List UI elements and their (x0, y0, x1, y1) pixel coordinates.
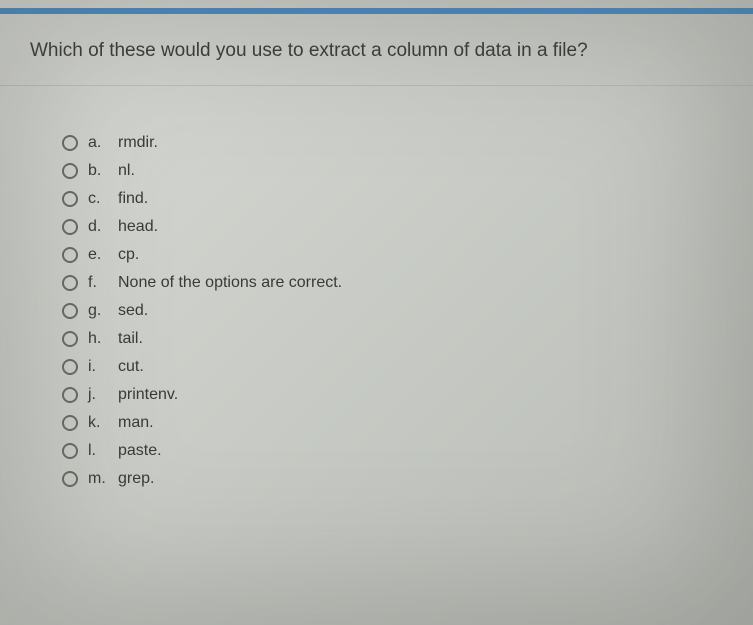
option-f[interactable]: f. None of the options are correct. (62, 274, 733, 292)
option-letter: f. (88, 274, 112, 292)
option-text: tail. (118, 330, 143, 348)
option-text: find. (118, 190, 148, 208)
radio-icon[interactable] (62, 163, 78, 179)
radio-icon[interactable] (62, 303, 78, 319)
option-text: printenv. (118, 386, 178, 404)
radio-icon[interactable] (62, 275, 78, 291)
radio-icon[interactable] (62, 219, 78, 235)
option-l[interactable]: l. paste. (62, 442, 733, 460)
radio-icon[interactable] (62, 387, 78, 403)
progress-bar (0, 8, 753, 14)
option-letter: b. (88, 162, 112, 180)
radio-icon[interactable] (62, 359, 78, 375)
option-letter: a. (88, 134, 112, 152)
radio-icon[interactable] (62, 415, 78, 431)
option-text: paste. (118, 442, 162, 460)
option-text: head. (118, 218, 158, 236)
option-h[interactable]: h. tail. (62, 330, 733, 348)
option-m[interactable]: m. grep. (62, 470, 733, 488)
option-letter: k. (88, 414, 112, 432)
option-letter: d. (88, 218, 112, 236)
radio-icon[interactable] (62, 135, 78, 151)
options-list: a. rmdir. b. nl. c. find. d. head. e. cp… (0, 94, 753, 518)
option-i[interactable]: i. cut. (62, 358, 733, 376)
option-letter: h. (88, 330, 112, 348)
option-text: nl. (118, 162, 135, 180)
question-text: Which of these would you use to extract … (30, 38, 723, 65)
radio-icon[interactable] (62, 471, 78, 487)
option-text: cut. (118, 358, 144, 376)
option-text: man. (118, 414, 154, 432)
option-k[interactable]: k. man. (62, 414, 733, 432)
option-letter: j. (88, 386, 112, 404)
option-letter: i. (88, 358, 112, 376)
option-d[interactable]: d. head. (62, 218, 733, 236)
option-text: cp. (118, 246, 139, 264)
option-e[interactable]: e. cp. (62, 246, 733, 264)
option-a[interactable]: a. rmdir. (62, 134, 733, 152)
option-letter: g. (88, 302, 112, 320)
option-c[interactable]: c. find. (62, 190, 733, 208)
radio-icon[interactable] (62, 247, 78, 263)
option-text: sed. (118, 302, 148, 320)
option-letter: e. (88, 246, 112, 264)
radio-icon[interactable] (62, 443, 78, 459)
radio-icon[interactable] (62, 191, 78, 207)
option-text: None of the options are correct. (118, 274, 342, 292)
option-letter: c. (88, 190, 112, 208)
option-letter: m. (88, 470, 112, 488)
option-b[interactable]: b. nl. (62, 162, 733, 180)
option-letter: l. (88, 442, 112, 460)
option-j[interactable]: j. printenv. (62, 386, 733, 404)
option-text: rmdir. (118, 134, 158, 152)
radio-icon[interactable] (62, 331, 78, 347)
option-text: grep. (118, 470, 154, 488)
option-g[interactable]: g. sed. (62, 302, 733, 320)
